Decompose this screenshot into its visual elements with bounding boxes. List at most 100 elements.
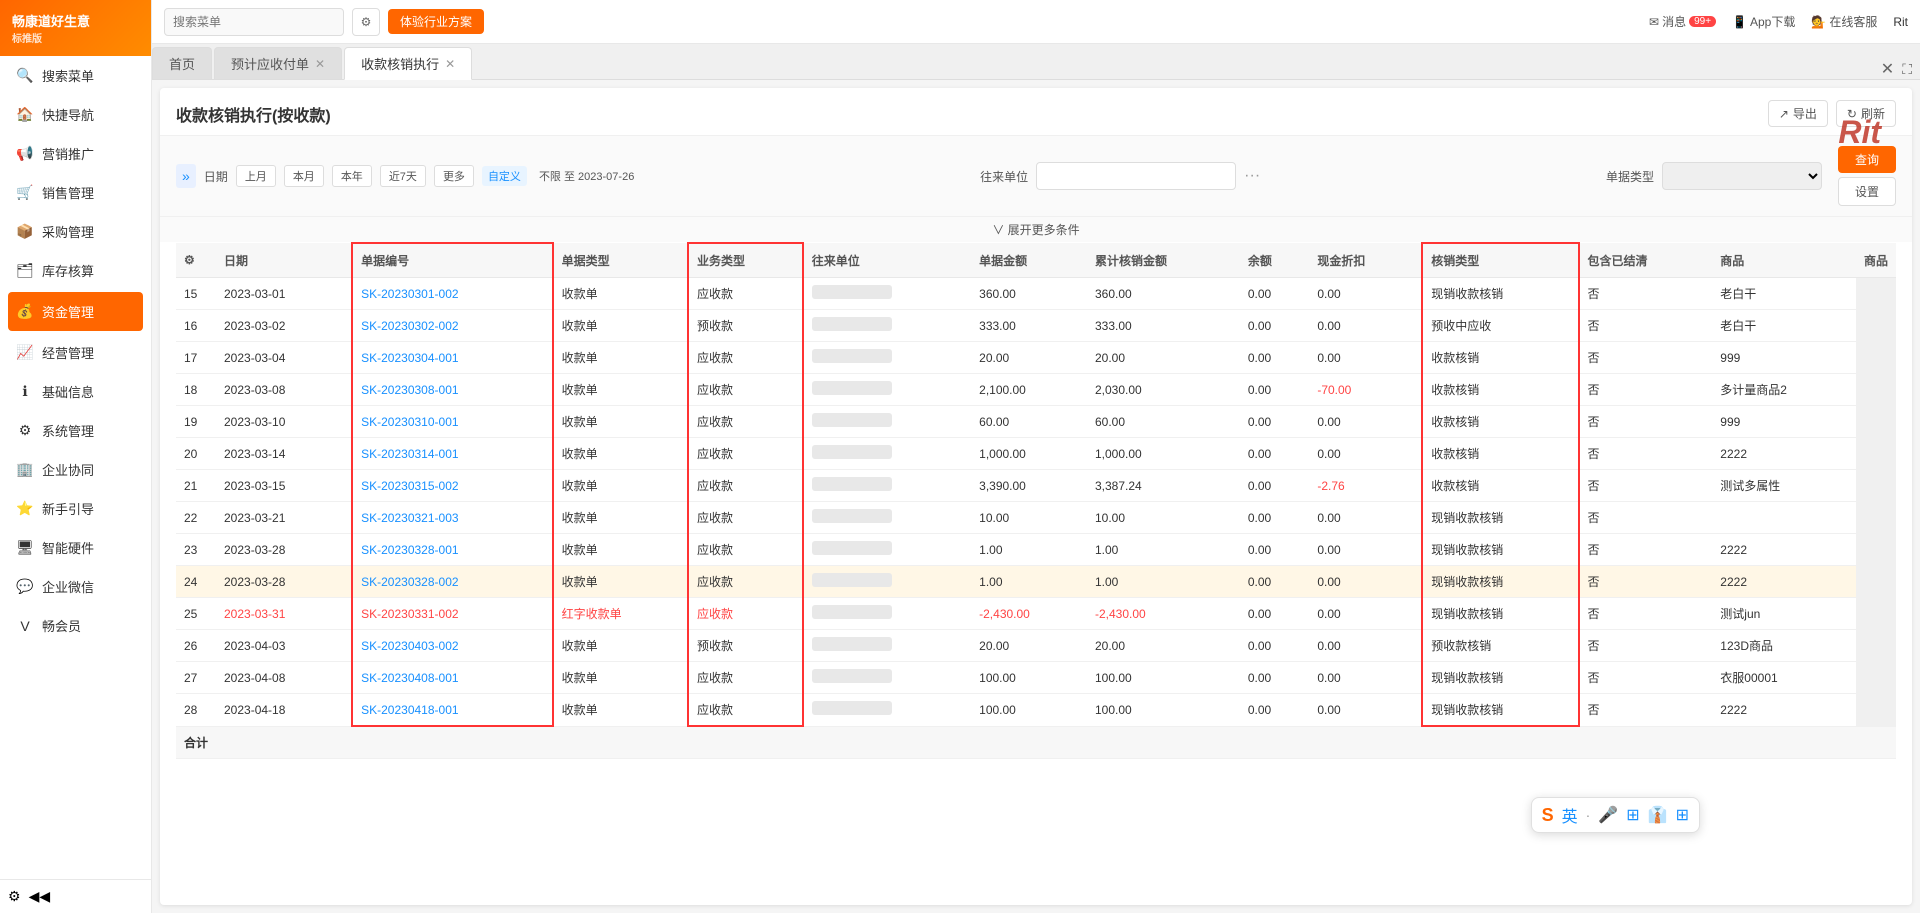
- table-row: 21 2023-03-15 SK-20230315-002 收款单 应收款 3,…: [176, 470, 1896, 502]
- tab-home[interactable]: 首页: [152, 47, 212, 79]
- online-service-item[interactable]: 💁 在线客服: [1811, 13, 1877, 30]
- voucher-link[interactable]: SK-20230321-003: [361, 511, 458, 525]
- inventory-icon: 🗂: [16, 262, 34, 280]
- cell-date: 2023-03-28: [216, 566, 352, 598]
- cell-include-settled: 否: [1579, 406, 1713, 438]
- voucher-link[interactable]: SK-20230308-001: [361, 383, 458, 397]
- sidebar-item-quicknav[interactable]: 🏠 快捷导航: [0, 95, 151, 134]
- cell-voucher-type: 收款单: [553, 534, 688, 566]
- settings-icon[interactable]: ⚙: [8, 888, 21, 905]
- close-window-icon[interactable]: ✕: [1881, 59, 1894, 79]
- cell-date: 2023-03-28: [216, 534, 352, 566]
- expand-icon: ∨: [992, 223, 1004, 237]
- th-voucher-no[interactable]: 单据编号: [352, 243, 552, 278]
- last-7days-btn[interactable]: 近7天: [380, 165, 426, 187]
- voucher-link[interactable]: SK-20230418-001: [361, 703, 458, 717]
- th-writeoff-type[interactable]: 核销类型: [1422, 243, 1578, 278]
- app-download-item[interactable]: 📱 App下载: [1732, 13, 1795, 30]
- cell-cash-discount: 0.00: [1309, 566, 1422, 598]
- voucher-link[interactable]: SK-20230314-001: [361, 447, 458, 461]
- th-goods[interactable]: 商品: [1712, 243, 1856, 278]
- sidebar-item-purchase[interactable]: 📦 采购管理: [0, 212, 151, 251]
- voucher-link[interactable]: SK-20230403-002: [361, 639, 458, 653]
- cell-goods: 999: [1712, 406, 1856, 438]
- collapse-icon[interactable]: ◀◀: [29, 888, 51, 905]
- tab-collection[interactable]: 收款核销执行 ✕: [344, 47, 472, 80]
- topbar-search[interactable]: [164, 8, 344, 36]
- custom-date-btn[interactable]: 自定义: [482, 166, 527, 186]
- toolbar-icon-grid[interactable]: ⊞: [1626, 805, 1639, 825]
- tab-collection-close[interactable]: ✕: [445, 57, 455, 71]
- sidebar-item-member[interactable]: V 畅会员: [0, 606, 151, 645]
- toolbar-icon-mic[interactable]: 🎤: [1598, 805, 1618, 825]
- cell-amount: 20.00: [971, 342, 1087, 374]
- app-subtitle: 标推版: [12, 30, 90, 45]
- voucher-link[interactable]: SK-20230408-001: [361, 671, 458, 685]
- voucher-type-select[interactable]: [1662, 162, 1822, 190]
- cell-goods2: [1856, 534, 1896, 566]
- th-balance[interactable]: 余额: [1240, 243, 1309, 278]
- sidebar-item-basicinfo[interactable]: ℹ 基础信息: [0, 372, 151, 411]
- th-biz-type[interactable]: 业务类型: [688, 243, 803, 278]
- voucher-link[interactable]: SK-20230328-001: [361, 543, 458, 557]
- voucher-link[interactable]: SK-20230315-002: [361, 479, 458, 493]
- cell-cash-discount: -2.76: [1309, 470, 1422, 502]
- voucher-link[interactable]: SK-20230310-001: [361, 415, 458, 429]
- voucher-link[interactable]: SK-20230331-002: [361, 607, 458, 621]
- toolbar-icon-shirt[interactable]: 👔: [1648, 805, 1668, 825]
- toolbar-icon-app[interactable]: ⊞: [1676, 805, 1689, 825]
- sidebar-item-sales[interactable]: 🛒 销售管理: [0, 173, 151, 212]
- message-item[interactable]: ✉ 消息 99+: [1649, 13, 1716, 30]
- toolbar-icon-2[interactable]: ·: [1586, 807, 1591, 823]
- expand-more-bar[interactable]: ∨ 展开更多条件: [160, 217, 1912, 242]
- gear-button[interactable]: ⚙: [352, 8, 380, 36]
- voucher-link[interactable]: SK-20230301-002: [361, 287, 458, 301]
- page-title: 收款核销执行(按收款): [176, 102, 331, 126]
- more-btn[interactable]: 更多: [434, 165, 474, 187]
- sidebar-item-operation[interactable]: 📈 经营管理: [0, 333, 151, 372]
- counterpart-dots[interactable]: ···: [1244, 167, 1260, 185]
- th-include-settled[interactable]: 包含已结清: [1579, 243, 1713, 278]
- sidebar-item-enterprise[interactable]: 🏢 企业协同: [0, 450, 151, 489]
- sidebar-item-search[interactable]: 🔍 搜索菜单: [0, 56, 151, 95]
- search-input[interactable]: [173, 15, 335, 29]
- tab-preorder-close[interactable]: ✕: [315, 57, 325, 71]
- cell-goods: 2222: [1712, 438, 1856, 470]
- table-row: 27 2023-04-08 SK-20230408-001 收款单 应收款 10…: [176, 662, 1896, 694]
- sidebar-item-hardware[interactable]: 🖥 智能硬件: [0, 528, 151, 567]
- th-counterpart[interactable]: 往来单位: [803, 243, 971, 278]
- voucher-link[interactable]: SK-20230304-001: [361, 351, 458, 365]
- industry-btn[interactable]: 体验行业方案: [388, 9, 484, 34]
- th-setting[interactable]: ⚙: [176, 243, 216, 278]
- th-voucher-type[interactable]: 单据类型: [553, 243, 688, 278]
- th-date[interactable]: 日期: [216, 243, 352, 278]
- cell-voucher-no: SK-20230304-001: [352, 342, 552, 374]
- th-cum-writeoff[interactable]: 累计核销金额: [1087, 243, 1240, 278]
- tab-preorder[interactable]: 预计应收付单 ✕: [214, 47, 342, 79]
- counterpart-input[interactable]: [1036, 162, 1236, 190]
- th-goods2[interactable]: 商品: [1856, 243, 1896, 278]
- voucher-link[interactable]: SK-20230302-002: [361, 319, 458, 333]
- cell-date: 2023-03-31: [216, 598, 352, 630]
- voucher-link[interactable]: SK-20230328-002: [361, 575, 458, 589]
- sidebar-item-guide[interactable]: ⭐ 新手引导: [0, 489, 151, 528]
- cell-writeoff-type: 预收中应收: [1422, 310, 1578, 342]
- sidebar-item-inventory[interactable]: 🗂 库存核算: [0, 251, 151, 290]
- export-button[interactable]: ↗ 导出: [1768, 100, 1828, 127]
- sidebar-item-system[interactable]: ⚙ 系统管理: [0, 411, 151, 450]
- last-month-btn[interactable]: 上月: [236, 165, 276, 187]
- user-name[interactable]: Rit: [1893, 15, 1908, 29]
- th-cash-discount[interactable]: 现金折扣: [1309, 243, 1422, 278]
- sidebar-item-marketing[interactable]: 📢 营销推广: [0, 134, 151, 173]
- this-month-btn[interactable]: 本月: [284, 165, 324, 187]
- toolbar-icon-1[interactable]: 英: [1562, 803, 1578, 827]
- sidebar-item-weixin[interactable]: 💬 企业微信: [0, 567, 151, 606]
- filter-expand-btn[interactable]: »: [176, 164, 196, 188]
- th-amount[interactable]: 单据金额: [971, 243, 1087, 278]
- setting-button[interactable]: 设置: [1838, 177, 1896, 206]
- sidebar-item-finance[interactable]: 💰 资金管理: [8, 292, 143, 331]
- this-year-btn[interactable]: 本年: [332, 165, 372, 187]
- maximize-icon[interactable]: ⛶: [1902, 61, 1912, 78]
- cell-counterpart: [803, 342, 971, 374]
- cell-date: 2023-03-14: [216, 438, 352, 470]
